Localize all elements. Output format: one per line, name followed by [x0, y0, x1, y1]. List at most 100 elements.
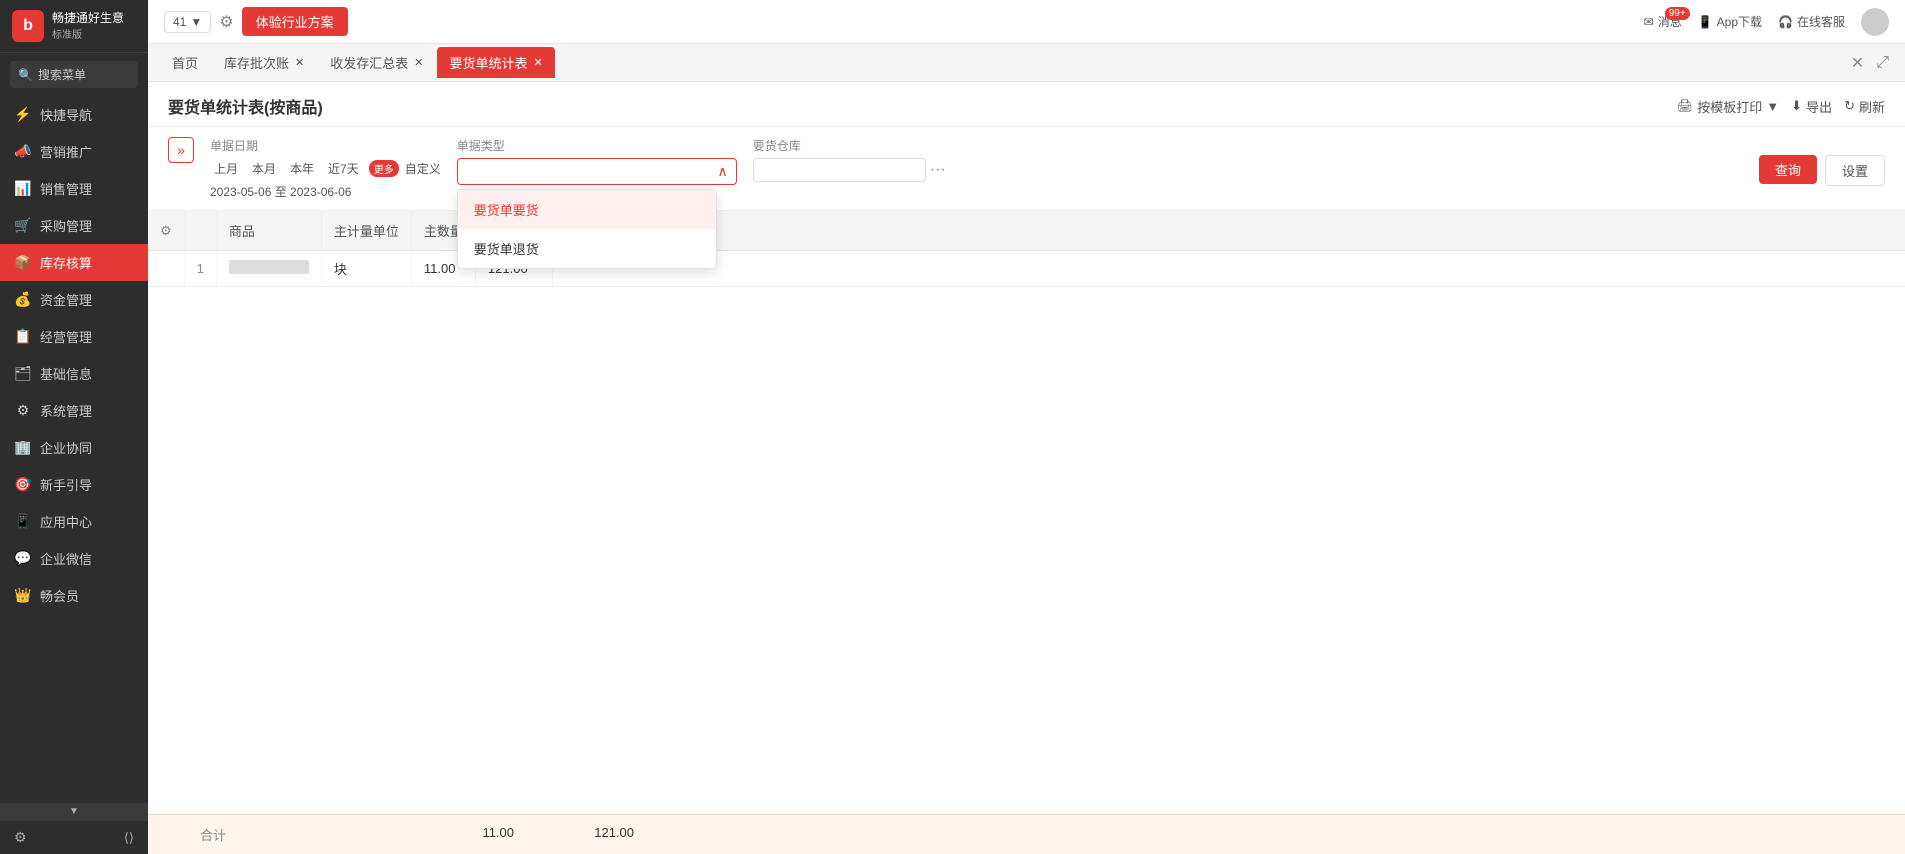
filter-warehouse-group: 要货仓库 ··· — [753, 137, 953, 182]
tab-batch-account-close[interactable]: ✕ — [295, 56, 304, 69]
date-btn-last-month[interactable]: 上月 — [210, 158, 242, 179]
sidebar-item-label: 营销推广 — [40, 142, 92, 161]
filter-type-group: 单据类型 ∧ 要货单要货 要货单退货 — [457, 137, 737, 185]
sidebar-item-label: 基础信息 — [40, 364, 92, 383]
sidebar-item-system[interactable]: ⚙ 系统管理 — [0, 392, 148, 429]
footer-label: 合计 — [200, 825, 234, 844]
sidebar-nav: ⚡ 快捷导航 📣 营销推广 📊 销售管理 🛒 采购管理 📦 库存核算 💰 资金管… — [0, 96, 148, 803]
tab-order-stats-close[interactable]: ✕ — [534, 56, 543, 69]
tab-collection-summary[interactable]: 收发存汇总表 ✕ — [318, 47, 435, 78]
sidebar-item-sales[interactable]: 📊 销售管理 — [0, 170, 148, 207]
tabbar-actions: ✕ ⤢ — [1847, 51, 1893, 75]
sidebar-item-quick-nav[interactable]: ⚡ 快捷导航 — [0, 96, 148, 133]
footer-quantity: 11.00 — [434, 825, 514, 844]
sidebar-item-guide[interactable]: 🎯 新手引导 — [0, 466, 148, 503]
tab-collection-summary-close[interactable]: ✕ — [414, 56, 423, 69]
sidebar-item-marketing[interactable]: 📣 营销推广 — [0, 133, 148, 170]
sidebar-collapse-btn[interactable]: ⟨⟩ — [124, 830, 134, 846]
sidebar-item-label: 经营管理 — [40, 327, 92, 346]
sidebar-item-operations[interactable]: 📋 经营管理 — [0, 318, 148, 355]
basic-info-icon: 🗂 — [14, 365, 32, 382]
tabbar: 首页 库存批次账 ✕ 收发存汇总表 ✕ 要货单统计表 ✕ ✕ ⤢ — [148, 44, 1905, 82]
company-num: 41 — [173, 15, 186, 29]
footer-settings-icon[interactable]: ⚙ — [14, 829, 27, 846]
print-icon: 🖨 — [1677, 98, 1694, 114]
filter-actions: 查询 设置 — [1759, 137, 1885, 186]
table-row: 1 块 11.00 121.00 — [148, 251, 1905, 287]
query-button[interactable]: 查询 — [1759, 155, 1817, 184]
sidebar-item-label: 畅会员 — [40, 586, 79, 605]
print-template-btn[interactable]: 🖨 按模板打印 ▼ — [1677, 97, 1779, 116]
app-download-label: App下载 — [1717, 13, 1762, 30]
page-content: 要货单统计表(按商品) 🖨 按模板打印 ▼ ⬇ 导出 ↻ 刷新 » — [148, 82, 1905, 854]
row-extra-cell — [552, 251, 1905, 287]
topbar-left: 41 ▼ ⚙ 体验行业方案 — [164, 7, 348, 36]
online-service-btn[interactable]: 🎧 在线客服 — [1778, 13, 1845, 30]
export-icon: ⬇ — [1791, 98, 1802, 114]
sidebar-item-basic-info[interactable]: 🗂 基础信息 — [0, 355, 148, 392]
warehouse-more-btn[interactable]: ··· — [930, 161, 946, 179]
topbar-gear-icon[interactable]: ⚙ — [219, 12, 233, 32]
date-custom-btn[interactable]: 自定义 — [405, 160, 441, 177]
tab-order-stats-label: 要货单统计表 — [449, 53, 527, 72]
sidebar-item-inventory[interactable]: 📦 库存核算 — [0, 244, 148, 281]
tab-close-all-btn[interactable]: ✕ — [1847, 51, 1868, 75]
messages-badge: 99+ — [1665, 7, 1690, 20]
page-header: 要货单统计表(按商品) 🖨 按模板打印 ▼ ⬇ 导出 ↻ 刷新 — [148, 82, 1905, 127]
sidebar-item-app-center[interactable]: 📱 应用中心 — [0, 503, 148, 540]
app-center-icon: 📱 — [14, 513, 32, 530]
settings-button[interactable]: 设置 — [1825, 155, 1885, 186]
col-settings[interactable]: ⚙ — [148, 211, 184, 251]
sidebar-item-label: 系统管理 — [40, 401, 92, 420]
sidebar-item-label: 企业微信 — [40, 549, 92, 568]
warehouse-filter-input[interactable] — [753, 158, 926, 182]
sidebar-item-wechat[interactable]: 💬 企业微信 — [0, 540, 148, 577]
operations-icon: 📋 — [14, 328, 32, 345]
filter-warehouse-row: ··· — [753, 158, 953, 182]
table-footer: 合计 11.00 121.00 — [148, 814, 1905, 854]
date-more-badge[interactable]: 更多 — [369, 160, 399, 177]
trial-button[interactable]: 体验行业方案 — [242, 7, 348, 36]
dropdown-item-order-return[interactable]: 要货单退货 — [458, 229, 716, 268]
tab-batch-account[interactable]: 库存批次账 ✕ — [212, 47, 316, 78]
data-table: ⚙ 商品 主计量单位 主数量 零售金额 1 — [148, 211, 1905, 287]
enterprise-icon: 🏢 — [14, 439, 32, 456]
company-selector[interactable]: 41 ▼ — [164, 11, 211, 33]
purchase-icon: 🛒 — [14, 217, 32, 234]
print-template-label: 按模板打印 — [1697, 97, 1762, 116]
messages-btn[interactable]: ✉ 消息 99+ — [1644, 13, 1682, 30]
system-icon: ⚙ — [14, 402, 32, 419]
sidebar-item-member[interactable]: 👑 畅会员 — [0, 577, 148, 614]
sidebar-item-purchase[interactable]: 🛒 采购管理 — [0, 207, 148, 244]
sidebar-item-label: 新手引导 — [40, 475, 92, 494]
tab-home[interactable]: 首页 — [160, 47, 210, 78]
user-avatar[interactable] — [1861, 8, 1889, 36]
row-settings-cell — [148, 251, 184, 287]
date-btn-7days[interactable]: 近7天 — [324, 158, 363, 179]
member-icon: 👑 — [14, 587, 32, 604]
col-unit: 主计量单位 — [321, 211, 411, 251]
dropdown-item-order-goods[interactable]: 要货单要货 — [458, 190, 716, 229]
tab-home-label: 首页 — [172, 53, 198, 72]
app-download-btn[interactable]: 📱 App下载 — [1698, 13, 1762, 30]
online-service-label: 在线客服 — [1797, 13, 1845, 30]
sidebar-item-finance[interactable]: 💰 资金管理 — [0, 281, 148, 318]
tab-order-stats[interactable]: 要货单统计表 ✕ — [437, 47, 554, 78]
refresh-btn[interactable]: ↻ 刷新 — [1844, 97, 1885, 116]
sidebar: b 畅捷通好生意 标准版 🔍 搜索菜单 ⚡ 快捷导航 📣 营销推广 📊 销售管理… — [0, 0, 148, 854]
sidebar-search[interactable]: 🔍 搜索菜单 — [10, 61, 138, 88]
filter-expand-btn[interactable]: » — [168, 137, 194, 163]
type-filter-input[interactable] — [458, 161, 710, 183]
service-icon: 🎧 — [1778, 15, 1793, 29]
app-download-icon: 📱 — [1698, 15, 1713, 29]
date-btn-this-month[interactable]: 本月 — [248, 158, 280, 179]
date-btn-this-year[interactable]: 本年 — [286, 158, 318, 179]
type-filter-chevron[interactable]: ∧ — [710, 159, 736, 184]
sidebar-item-enterprise[interactable]: 🏢 企业协同 — [0, 429, 148, 466]
sidebar-scroll-down[interactable]: ▼ — [0, 803, 148, 820]
goods-blurred — [229, 260, 309, 274]
export-btn[interactable]: ⬇ 导出 — [1791, 97, 1832, 116]
filter-bar: » 单据日期 上月 本月 本年 近7天 更多 自定义 2023-05-06 至 … — [148, 127, 1905, 211]
sidebar-footer: ⚙ ⟨⟩ — [0, 820, 148, 854]
tab-maximize-btn[interactable]: ⤢ — [1872, 51, 1893, 75]
